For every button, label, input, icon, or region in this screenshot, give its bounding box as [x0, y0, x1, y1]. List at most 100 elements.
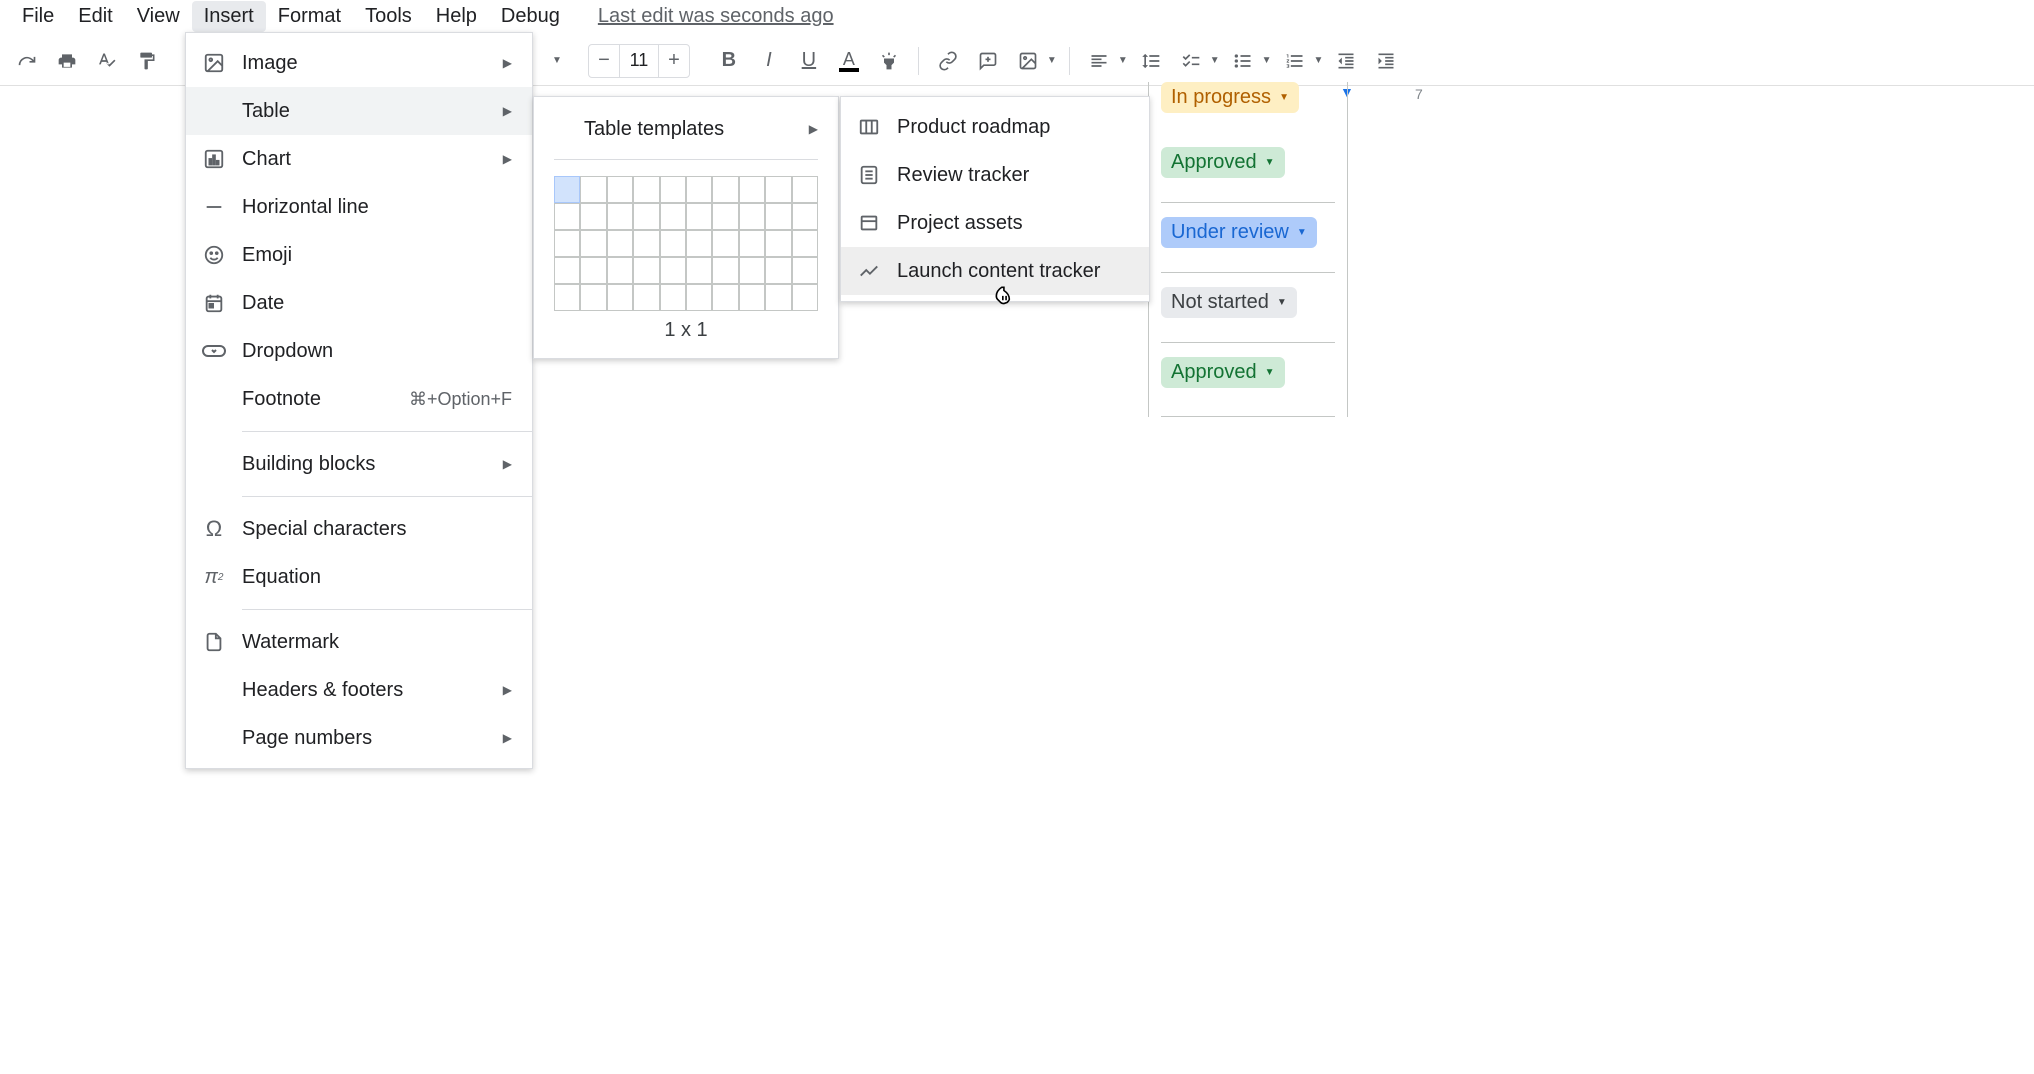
insert-image[interactable]: Image ▶ [186, 39, 532, 87]
menu-view[interactable]: View [125, 1, 192, 32]
italic-button[interactable]: I [752, 44, 786, 78]
menu-tools[interactable]: Tools [353, 1, 424, 32]
insert-watermark[interactable]: Watermark [186, 618, 532, 666]
indent-decrease-button[interactable] [1329, 44, 1363, 78]
checklist-dropdown-arrow[interactable]: ▼ [1210, 55, 1220, 66]
insert-chart[interactable]: Chart ▶ [186, 135, 532, 183]
insert-chart-label: Chart [242, 148, 503, 171]
paint-format-button[interactable] [130, 44, 164, 78]
comment-button[interactable] [971, 44, 1005, 78]
insert-special-characters[interactable]: Ω Special characters [186, 505, 532, 553]
text-color-button[interactable]: A [832, 44, 866, 78]
insert-emoji[interactable]: Emoji [186, 231, 532, 279]
status-pill-in-progress[interactable]: In progress▼ [1161, 82, 1299, 113]
numbered-list-button[interactable] [1278, 44, 1312, 78]
table-templates-row[interactable]: Table templates ▶ [534, 105, 838, 153]
menu-edit[interactable]: Edit [66, 1, 124, 32]
insert-dropdown-label: Dropdown [242, 340, 512, 363]
menubar: File Edit View Insert Format Tools Help … [0, 0, 2034, 32]
redo-button[interactable] [10, 44, 44, 78]
template-project-assets[interactable]: Project assets [841, 199, 1149, 247]
menu-format[interactable]: Format [266, 1, 353, 32]
submenu-arrow-icon: ▶ [503, 457, 512, 471]
status-pill-not-started[interactable]: Not started▼ [1161, 287, 1297, 318]
insert-hf-label: Headers & footers [242, 679, 503, 702]
templates-submenu: Product roadmap Review tracker Project a… [840, 96, 1150, 302]
document-body: In progress▼ Approved▼ Under review▼ Not… [1148, 90, 2034, 417]
font-size-group: − 11 + [588, 44, 690, 78]
insert-date[interactable]: Date [186, 279, 532, 327]
grid-size-label: 1 x 1 [534, 311, 838, 346]
image-icon [200, 49, 228, 77]
insert-building-blocks[interactable]: · Building blocks ▶ [186, 440, 532, 488]
emoji-icon [200, 241, 228, 269]
menu-help[interactable]: Help [424, 1, 489, 32]
toolbar-separator [918, 47, 919, 75]
watermark-icon [200, 628, 228, 656]
insert-watermark-label: Watermark [242, 631, 512, 654]
insert-horizontal-line[interactable]: Horizontal line [186, 183, 532, 231]
image-dropdown-arrow[interactable]: ▼ [1047, 55, 1057, 66]
bulleted-dropdown-arrow[interactable]: ▼ [1262, 55, 1272, 66]
bulleted-list-button[interactable] [1226, 44, 1260, 78]
pi-icon: π2 [200, 563, 228, 591]
insert-special-label: Special characters [242, 518, 512, 541]
insert-date-label: Date [242, 292, 512, 315]
chevron-down-icon: ▼ [1265, 157, 1275, 168]
dropdown-icon [200, 337, 228, 365]
line-spacing-button[interactable] [1134, 44, 1168, 78]
menu-divider [242, 609, 532, 610]
menu-debug[interactable]: Debug [489, 1, 572, 32]
chart-icon [200, 145, 228, 173]
status-pill-under-review[interactable]: Under review▼ [1161, 217, 1317, 248]
insert-headers-footers[interactable]: · Headers & footers ▶ [186, 666, 532, 714]
submenu-arrow-icon: ▶ [503, 731, 512, 745]
status-pill-approved-2[interactable]: Approved▼ [1161, 357, 1285, 388]
insert-menu-dropdown: Image ▶ · Table ▶ Chart ▶ Horizontal lin… [185, 32, 533, 769]
template-launch-content-tracker[interactable]: Launch content tracker [841, 247, 1149, 295]
status-pill-approved[interactable]: Approved▼ [1161, 147, 1285, 178]
template-review-tracker[interactable]: Review tracker [841, 151, 1149, 199]
print-button[interactable] [50, 44, 84, 78]
insert-link-button[interactable] [931, 44, 965, 78]
template-roadmap-label: Product roadmap [897, 116, 1050, 139]
insert-image-button[interactable] [1011, 44, 1045, 78]
numbered-dropdown-arrow[interactable]: ▼ [1314, 55, 1324, 66]
font-size-decrease[interactable]: − [589, 49, 619, 72]
highlight-button[interactable] [872, 44, 906, 78]
insert-table[interactable]: · Table ▶ [186, 87, 532, 135]
assets-icon [855, 209, 883, 237]
indent-increase-button[interactable] [1369, 44, 1403, 78]
spellcheck-button[interactable] [90, 44, 124, 78]
align-button[interactable] [1082, 44, 1116, 78]
font-family-dropdown-arrow[interactable]: ▼ [552, 55, 562, 66]
bold-button[interactable]: B [712, 44, 746, 78]
align-dropdown-arrow[interactable]: ▼ [1118, 55, 1128, 66]
last-edit-status[interactable]: Last edit was seconds ago [598, 5, 834, 28]
insert-equation[interactable]: π2 Equation [186, 553, 532, 601]
insert-building-blocks-label: Building blocks [242, 453, 503, 476]
roadmap-icon [855, 113, 883, 141]
font-size-increase[interactable]: + [659, 49, 689, 72]
insert-dropdown-chip[interactable]: Dropdown [186, 327, 532, 375]
submenu-divider [554, 159, 818, 160]
underline-button[interactable]: U [792, 44, 826, 78]
menu-insert[interactable]: Insert [192, 1, 266, 32]
insert-footnote[interactable]: · Footnote ⌘+Option+F [186, 375, 532, 423]
table-submenu: Table templates ▶ 1 x 1 [533, 96, 839, 359]
table-grid-picker[interactable] [534, 166, 838, 311]
insert-emoji-label: Emoji [242, 244, 512, 267]
template-product-roadmap[interactable]: Product roadmap [841, 103, 1149, 151]
insert-hline-label: Horizontal line [242, 196, 512, 219]
submenu-arrow-icon: ▶ [503, 683, 512, 697]
font-size-value[interactable]: 11 [619, 45, 659, 77]
insert-page-numbers[interactable]: · Page numbers ▶ [186, 714, 532, 762]
submenu-arrow-icon: ▶ [503, 56, 512, 70]
chevron-down-icon: ▼ [1297, 227, 1307, 238]
menu-file[interactable]: File [10, 1, 66, 32]
chevron-down-icon: ▼ [1279, 92, 1289, 103]
insert-equation-label: Equation [242, 566, 512, 589]
checklist-button[interactable] [1174, 44, 1208, 78]
omega-icon: Ω [200, 515, 228, 543]
submenu-arrow-icon: ▶ [809, 122, 818, 136]
